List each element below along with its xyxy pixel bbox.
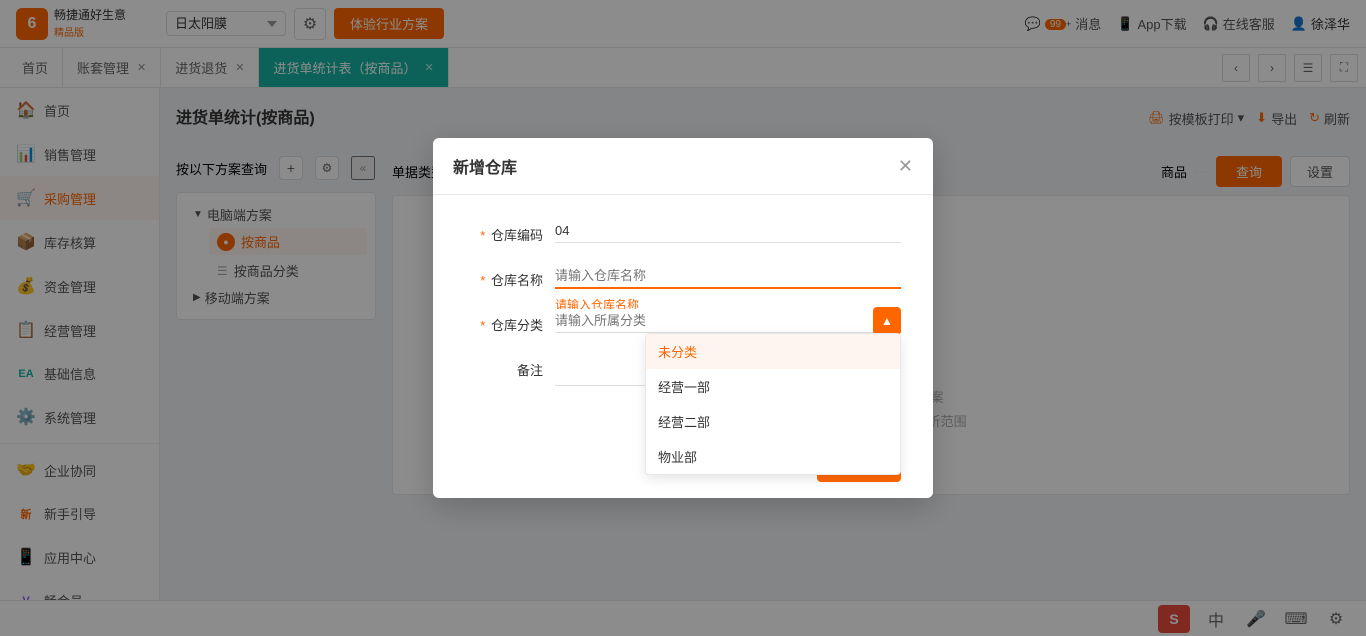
dialog-header: 新增仓库 ✕ [433,138,933,195]
dialog-body: * 仓库编码 * 仓库名称 请输入仓库名称 * [433,195,933,430]
required-marker-2: * [480,273,485,288]
category-input[interactable] [555,309,901,333]
dialog-title: 新增仓库 [453,154,517,178]
name-label: * 仓库名称 [465,264,555,289]
modal-overlay[interactable]: 新增仓库 ✕ * 仓库编码 * 仓库名称 [0,0,1366,636]
category-input-wrap: ▲ 未分类 经营一部 经营二部 物业部 [555,309,901,333]
form-row-code: * 仓库编码 [465,219,901,244]
form-row-name: * 仓库名称 请输入仓库名称 [465,264,901,289]
dropdown-item-3[interactable]: 物业部 [646,439,900,474]
category-label: * 仓库分类 [465,309,555,334]
warehouse-name-input[interactable] [555,264,901,289]
warehouse-code-input[interactable] [555,219,901,243]
dialog-close-button[interactable]: ✕ [898,157,913,175]
dropdown-item-1[interactable]: 经营一部 [646,369,900,404]
form-row-category: * 仓库分类 ▲ 未分类 经营一部 经营二部 物业部 [465,309,901,334]
dropdown-item-0[interactable]: 未分类 [646,334,900,369]
category-dropdown: 未分类 经营一部 经营二部 物业部 [645,333,901,475]
note-label: 备注 [465,354,555,379]
required-marker-3: * [480,318,485,333]
new-warehouse-dialog: 新增仓库 ✕ * 仓库编码 * 仓库名称 [433,138,933,498]
dropdown-arrow-button[interactable]: ▲ [873,307,901,335]
dropdown-item-2[interactable]: 经营二部 [646,404,900,439]
code-label: * 仓库编码 [465,219,555,244]
required-marker: * [480,228,485,243]
